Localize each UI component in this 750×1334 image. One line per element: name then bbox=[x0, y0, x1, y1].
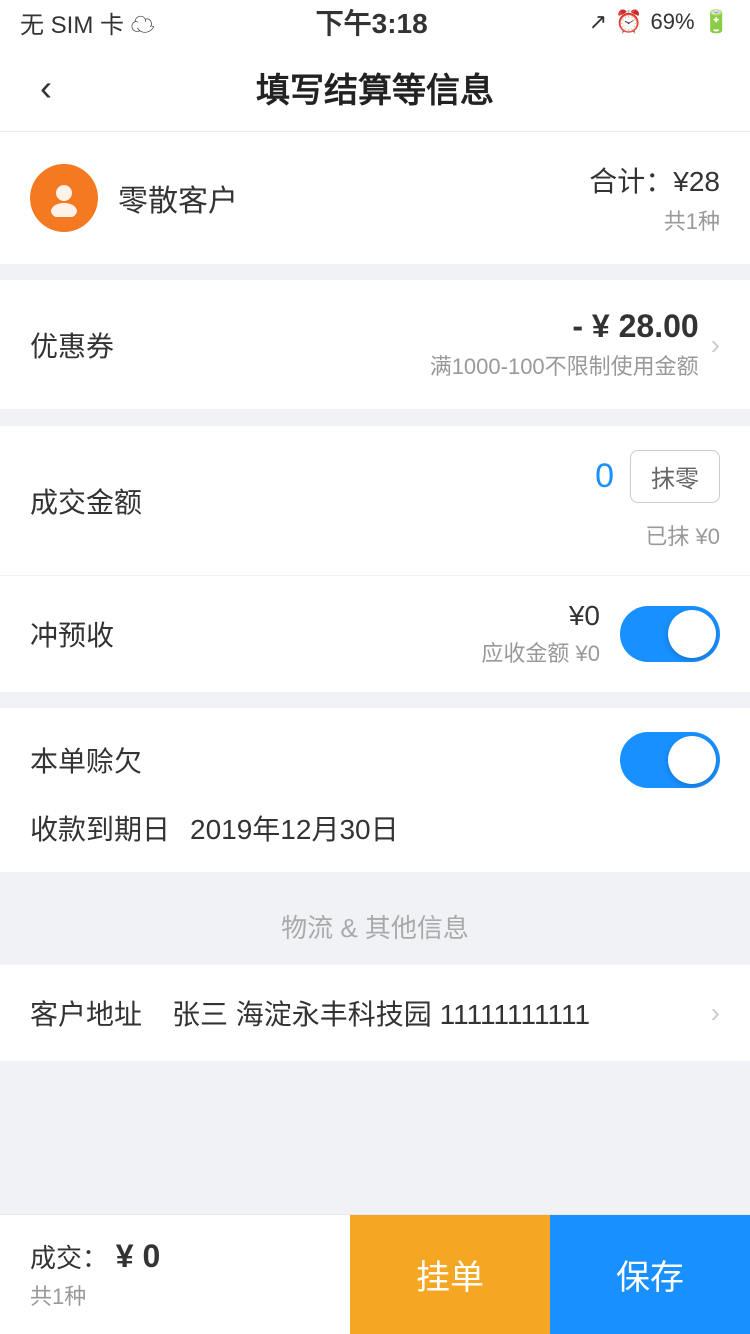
prepay-label: 冲预收 bbox=[30, 614, 150, 654]
customer-name: 零散客户 bbox=[118, 176, 238, 220]
due-date-value: 2019年12月30日 bbox=[190, 808, 399, 848]
address-label: 客户地址 bbox=[30, 993, 142, 1033]
deal-amount-label: 成交金额 bbox=[30, 481, 150, 521]
prepay-toggle[interactable] bbox=[620, 606, 720, 662]
bottom-deal-row: 成交： ¥ 0 bbox=[30, 1238, 320, 1275]
round-zero-button[interactable]: 抹零 bbox=[630, 450, 720, 503]
page-title: 填写结算等信息 bbox=[256, 63, 494, 112]
due-date-row: 收款到期日 2019年12月30日 bbox=[30, 808, 720, 848]
content: 零散客户 合计：¥28 共1种 优惠券 - ¥ 28.00 满1000-100不… bbox=[0, 132, 750, 1207]
status-time: 下午3:18 bbox=[316, 2, 428, 42]
debt-section: 本单赊欠 收款到期日 2019年12月30日 bbox=[0, 708, 750, 872]
save-button[interactable]: 保存 bbox=[550, 1215, 750, 1334]
due-date-label: 收款到期日 bbox=[30, 808, 170, 848]
coupon-info: - ¥ 28.00 满1000-100不限制使用金额 bbox=[430, 308, 699, 381]
prepay-amount: ¥0 bbox=[481, 600, 600, 632]
total-count: 共1种 bbox=[589, 204, 720, 236]
avatar bbox=[30, 164, 98, 232]
debt-toggle-knob bbox=[668, 736, 716, 784]
debt-row: 本单赊欠 bbox=[30, 732, 720, 788]
bottom-deal-amount: ¥ 0 bbox=[116, 1238, 160, 1274]
bottom-summary: 成交： ¥ 0 共1种 bbox=[0, 1238, 350, 1311]
deal-amount-row: 成交金额 0 抹零 已抹 ¥0 bbox=[0, 426, 750, 576]
battery-icon: 🔋 bbox=[703, 9, 730, 35]
coupon-right: - ¥ 28.00 满1000-100不限制使用金额 › bbox=[430, 308, 720, 381]
alarm-icon: ⏰ bbox=[615, 9, 642, 35]
deal-section: 成交金额 0 抹零 已抹 ¥0 冲预收 ¥0 应收金额 ¥0 bbox=[0, 426, 750, 692]
toggle-knob bbox=[668, 610, 716, 658]
deal-amount-value: 0 bbox=[595, 457, 614, 496]
deal-amount-controls: 0 抹零 bbox=[595, 450, 720, 503]
coupon-desc: 满1000-100不限制使用金额 bbox=[430, 349, 699, 381]
coupon-discount: - ¥ 28.00 bbox=[430, 308, 699, 345]
debt-label: 本单赊欠 bbox=[30, 740, 142, 780]
bottom-bar: 成交： ¥ 0 共1种 挂单 保存 bbox=[0, 1214, 750, 1334]
bottom-count: 共1种 bbox=[30, 1279, 320, 1311]
prepay-info: ¥0 应收金额 ¥0 bbox=[481, 600, 600, 668]
logistics-label: 物流 & 其他信息 bbox=[281, 913, 469, 943]
deal-right: 0 抹零 已抹 ¥0 bbox=[595, 450, 720, 551]
status-right: ↗ ⏰ 69% 🔋 bbox=[589, 9, 730, 35]
address-chevron-icon: › bbox=[711, 997, 720, 1029]
address-row[interactable]: 客户地址 张三 海淀永丰科技园 11111111111 › bbox=[30, 993, 720, 1033]
customer-left: 零散客户 bbox=[30, 164, 238, 232]
coupon-section[interactable]: 优惠券 - ¥ 28.00 满1000-100不限制使用金额 › bbox=[0, 280, 750, 410]
hold-button[interactable]: 挂单 bbox=[350, 1215, 550, 1334]
total-amount: 合计：¥28 bbox=[589, 160, 720, 200]
sim-status: 无 SIM 卡 ☁ bbox=[20, 5, 155, 40]
coupon-label: 优惠券 bbox=[30, 325, 150, 365]
address-value: 张三 海淀永丰科技园 11111111111 bbox=[172, 993, 681, 1033]
status-bar: 无 SIM 卡 ☁ 下午3:18 ↗ ⏰ 69% 🔋 bbox=[0, 0, 750, 44]
location-icon: ↗ bbox=[589, 9, 607, 35]
back-button[interactable]: ‹ bbox=[30, 57, 62, 119]
address-section[interactable]: 客户地址 张三 海淀永丰科技园 11111111111 › bbox=[0, 965, 750, 1061]
logistics-divider: 物流 & 其他信息 bbox=[0, 888, 750, 965]
debt-toggle[interactable] bbox=[620, 732, 720, 788]
status-left: 无 SIM 卡 ☁ bbox=[20, 5, 155, 40]
chevron-right-icon: › bbox=[711, 329, 720, 361]
prepay-receivable: 应收金额 ¥0 bbox=[481, 636, 600, 668]
battery-level: 69% bbox=[651, 9, 695, 35]
coupon-row[interactable]: 优惠券 - ¥ 28.00 满1000-100不限制使用金额 › bbox=[0, 280, 750, 410]
bottom-deal-label: 成交： bbox=[30, 1243, 108, 1273]
nav-bar: ‹ 填写结算等信息 bbox=[0, 44, 750, 132]
customer-section: 零散客户 合计：¥28 共1种 bbox=[0, 132, 750, 264]
prepay-row: 冲预收 ¥0 应收金额 ¥0 bbox=[0, 576, 750, 692]
customer-right: 合计：¥28 共1种 bbox=[589, 160, 720, 236]
prepay-right: ¥0 应收金额 ¥0 bbox=[481, 600, 720, 668]
already-rounded-text: 已抹 ¥0 bbox=[645, 519, 720, 551]
